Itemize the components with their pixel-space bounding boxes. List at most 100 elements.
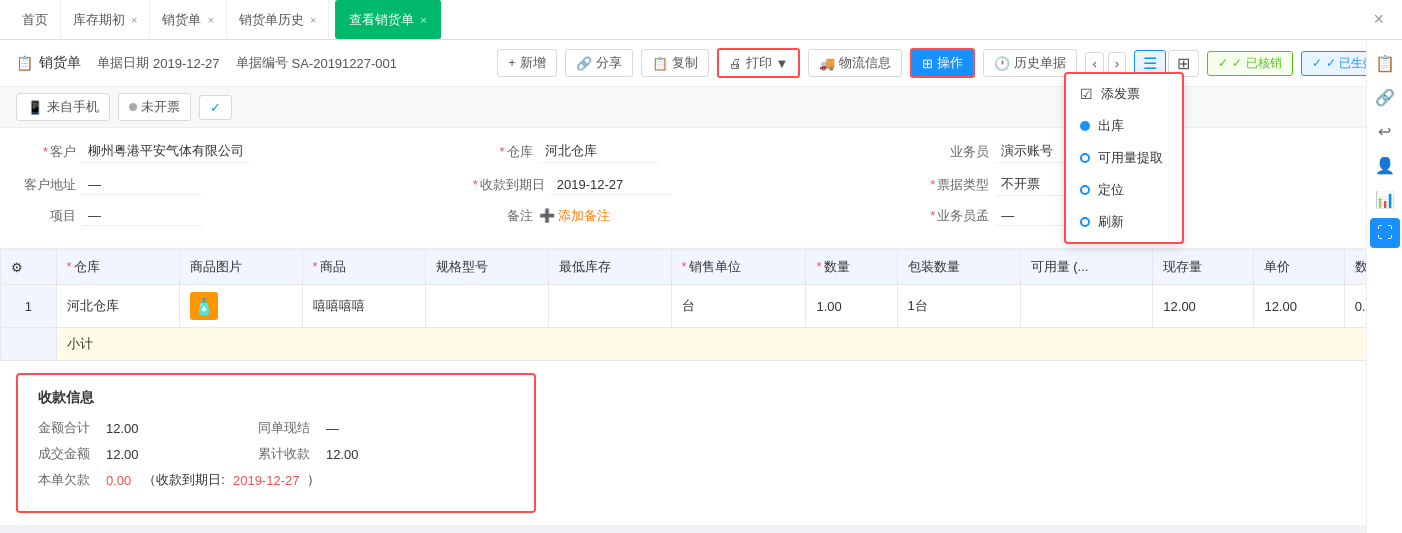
same-order-settlement-label: 同单现结	[258, 419, 318, 437]
salesperson-label: 业务员孟	[929, 207, 989, 225]
project-label: 项目	[16, 207, 76, 225]
copy-button[interactable]: 📋 复制	[641, 49, 709, 77]
right-sidebar: 📋 🔗 ↩ 👤 📊 ⛶	[1366, 40, 1402, 525]
sales-table: ⚙ *仓库 商品图片 *商品 规格型号 最低库存 *销售单位 *数量 包装数量 …	[0, 249, 1402, 361]
doc-icon: 📋	[16, 55, 33, 71]
note-field: 备注 ➕ 添加备注	[473, 207, 930, 225]
row-qty: 1.00	[806, 285, 897, 328]
project-value: —	[82, 206, 202, 226]
operations-dropdown: ☑ 添发票 出库 可用量提取 定位 刷新	[1064, 72, 1184, 244]
cumulative-payment-field: 累计收款 12.00	[258, 445, 438, 463]
row-spec	[425, 285, 548, 328]
doc-title-text: 销货单	[39, 54, 81, 72]
tab-view-sales[interactable]: 查看销货单 ×	[335, 0, 441, 39]
col-gear: ⚙	[1, 250, 57, 285]
tab-inventory[interactable]: 库存期初 ×	[61, 0, 150, 39]
toolbar: + 新增 🔗 分享 📋 复制 🖨 打印 ▼ 🚚 物流信息 ⊞ 操作 🕐 历史单据…	[497, 48, 1386, 78]
grid-icon: ⊞	[922, 56, 933, 71]
row-num: 1	[1, 285, 57, 328]
logistics-button[interactable]: 🚚 物流信息	[808, 49, 902, 77]
close-tab-view-sales[interactable]: ×	[420, 14, 426, 26]
print-button[interactable]: 🖨 打印 ▼	[717, 48, 801, 78]
same-order-settlement-field: 同单现结 —	[258, 419, 438, 437]
tab-sales-history[interactable]: 销货单历史 ×	[227, 0, 329, 39]
transaction-amount-value: 12.00	[106, 447, 139, 462]
close-window-button[interactable]: ×	[1365, 9, 1392, 30]
check-icon-2: ✓	[1312, 56, 1322, 70]
action-bar: 📱 来自手机 未开票 ✓	[0, 87, 1402, 128]
row-min-stock	[548, 285, 671, 328]
dropdown-refresh[interactable]: 刷新	[1066, 206, 1182, 238]
operations-button[interactable]: ⊞ 操作	[910, 48, 975, 78]
row-warehouse: 河北仓库	[56, 285, 179, 328]
date-value: 2019-12-27	[153, 56, 220, 71]
not-opened-button[interactable]: 未开票	[118, 93, 191, 121]
row-image: 🧴	[179, 285, 302, 328]
add-note-button[interactable]: ➕ 添加备注	[539, 207, 611, 225]
locate-radio-icon	[1080, 185, 1090, 195]
copy-icon: 📋	[652, 56, 668, 71]
tab-bar: 首页 库存期初 × 销货单 × 销货单历史 × 查看销货单 × ×	[0, 0, 1402, 40]
locate-label: 定位	[1098, 181, 1124, 199]
dot-icon	[129, 103, 137, 111]
sidebar-return-icon[interactable]: ↩	[1370, 116, 1400, 146]
print-icon: 🖨	[729, 56, 742, 71]
col-pack-qty: 包装数量	[897, 250, 1020, 285]
address-value: —	[82, 175, 202, 195]
refresh-radio-icon	[1080, 217, 1090, 227]
ticket-type-label: 票据类型	[929, 176, 989, 194]
col-warehouse: *仓库	[56, 250, 179, 285]
table-row: 1 河北仓库 🧴 嘻嘻嘻嘻 台 1.00 1台 12.00 12.00 0.	[1, 285, 1402, 328]
tab-sales[interactable]: 销货单 ×	[150, 0, 226, 39]
available-extract-radio-icon	[1080, 153, 1090, 163]
sidebar-expand-icon[interactable]: ⛶	[1370, 218, 1400, 248]
number-label: 单据编号 SA-20191227-001	[236, 54, 398, 72]
subtotal-gear	[1, 328, 57, 361]
same-order-settlement-value: —	[326, 421, 339, 436]
close-tab-sales-history[interactable]: ×	[310, 14, 316, 26]
col-product: *商品	[302, 250, 425, 285]
doc-meta: 单据日期 2019-12-27 单据编号 SA-20191227-001	[97, 54, 397, 72]
product-image: 🧴	[190, 292, 218, 320]
col-spec: 规格型号	[425, 250, 548, 285]
col-unit-price: 单价	[1254, 250, 1344, 285]
arrears-note: （收款到期日:	[143, 471, 225, 489]
sidebar-link-icon[interactable]: 🔗	[1370, 82, 1400, 112]
payment-date-field: 收款到期日 2019-12-27	[473, 175, 930, 195]
add-invoice-icon: ☑	[1080, 86, 1093, 102]
phone-icon: 📱	[27, 100, 43, 115]
warehouse-field: 仓库 河北仓库	[473, 140, 930, 163]
refresh-label: 刷新	[1098, 213, 1124, 231]
from-phone-button[interactable]: 📱 来自手机	[16, 93, 110, 121]
outbound-radio-icon	[1080, 121, 1090, 131]
payment-row-3: 本单欠款 0.00 （收款到期日: 2019-12-27 ）	[38, 471, 514, 489]
tab-home[interactable]: 首页	[10, 0, 61, 39]
close-tab-sales[interactable]: ×	[207, 14, 213, 26]
sidebar-doc-icon[interactable]: 📋	[1370, 48, 1400, 78]
transaction-amount-field: 成交金额 12.00	[38, 445, 218, 463]
cumulative-payment-value: 12.00	[326, 447, 359, 462]
dropdown-outbound[interactable]: 出库	[1066, 110, 1182, 142]
new-button[interactable]: + 新增	[497, 49, 556, 77]
arrears-label: 本单欠款	[38, 471, 98, 489]
close-tab-inventory[interactable]: ×	[131, 14, 137, 26]
dropdown-add-invoice[interactable]: ☑ 添发票	[1066, 78, 1182, 110]
subtotal-label: 小计	[56, 328, 1401, 361]
dropdown-available-extract[interactable]: 可用量提取	[1066, 142, 1182, 174]
total-amount-value: 12.00	[106, 421, 139, 436]
sidebar-chart-icon[interactable]: 📊	[1370, 184, 1400, 214]
payment-info: 收款信息 金额合计 12.00 同单现结 — 成交金额 12.00 累计收款 1…	[16, 373, 536, 513]
share-button[interactable]: 🔗 分享	[565, 49, 633, 77]
dropdown-locate[interactable]: 定位	[1066, 174, 1182, 206]
col-unit: *销售单位	[671, 250, 806, 285]
sidebar-user-icon[interactable]: 👤	[1370, 150, 1400, 180]
payment-info-title: 收款信息	[38, 389, 514, 407]
history-button[interactable]: 🕐 历史单据	[983, 49, 1077, 77]
row-pack-qty: 1台	[897, 285, 1020, 328]
number-value: SA-20191227-001	[292, 56, 398, 71]
arrears-note-end: ）	[307, 471, 320, 489]
col-current-stock: 现存量	[1153, 250, 1254, 285]
check-action-button[interactable]: ✓	[199, 95, 232, 120]
form-area: 客户 柳州粤港平安气体有限公司 仓库 河北仓库 业务员 演示账号 客户地址 — …	[0, 128, 1402, 249]
total-amount-label: 金额合计	[38, 419, 98, 437]
